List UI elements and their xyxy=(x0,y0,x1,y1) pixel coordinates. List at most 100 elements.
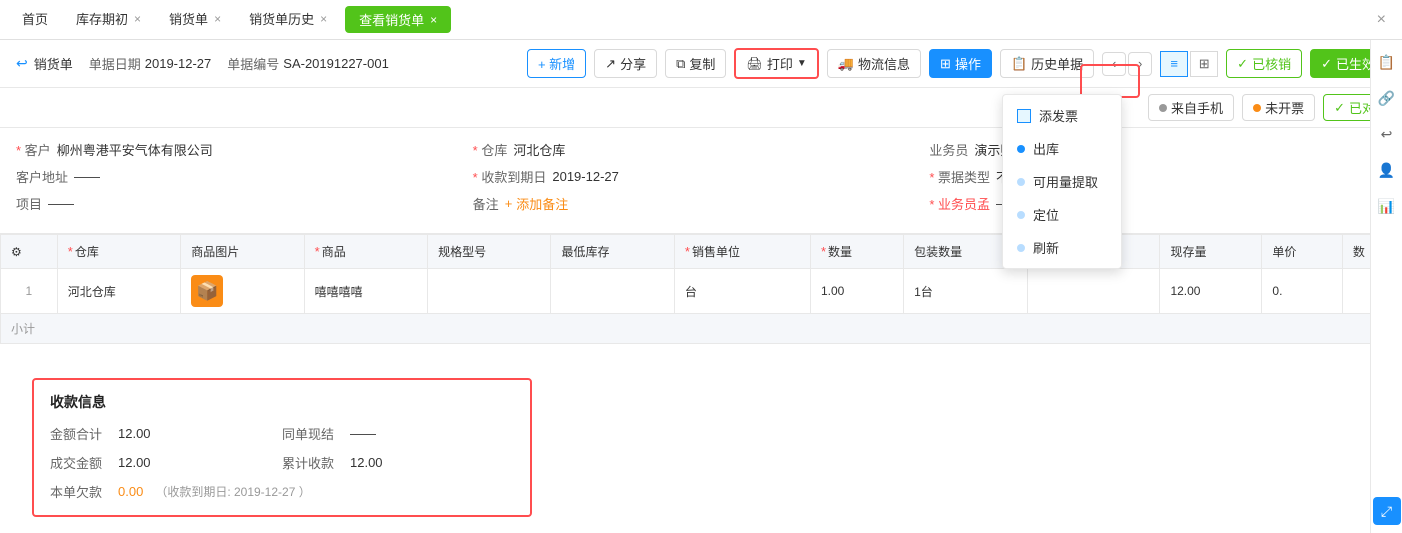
from-mobile-button[interactable]: 来自手机 xyxy=(1148,94,1234,121)
operate-button[interactable]: ⊞ 操作 xyxy=(929,49,992,78)
sold-cancel-button[interactable]: ✓ 已核销 xyxy=(1226,49,1302,78)
tab-view-sales[interactable]: 查看销货单 × xyxy=(345,6,451,33)
tab-home[interactable]: 首页 xyxy=(8,0,62,40)
prev-button[interactable]: ‹ xyxy=(1102,52,1126,76)
row-product-img: 📦 xyxy=(181,269,304,314)
address-value: —— xyxy=(74,169,100,184)
customer-value: 柳州粤港平安气体有限公司 xyxy=(57,140,213,159)
project-value: —— xyxy=(48,196,74,211)
main-content: ↩ 销货单 单据日期 2019-12-27 单据编号 SA-20191227-0… xyxy=(0,40,1402,533)
tab-close-view[interactable]: × xyxy=(430,13,437,27)
sidebar-user-icon[interactable]: 👤 xyxy=(1373,156,1401,184)
col-product-img: 商品图片 xyxy=(181,235,304,269)
logistics-icon: 🚚 xyxy=(838,56,854,72)
history-button[interactable]: 📋 历史单据 xyxy=(1000,49,1094,78)
sub-action-bar: 来自手机 未开票 ✓ 已对 xyxy=(0,88,1402,128)
tab-sales-order[interactable]: 销货单 × xyxy=(155,0,235,40)
note-field: 备注 + 添加备注 xyxy=(473,194,930,213)
menu-available-qty[interactable]: 可用量提取 xyxy=(1003,165,1121,198)
tab-sales-history[interactable]: 销货单历史 × xyxy=(235,0,341,40)
menu-refresh[interactable]: 刷新 xyxy=(1003,231,1121,264)
menu-add-invoice[interactable]: 添发票 xyxy=(1003,99,1121,132)
customer-label: 客户 xyxy=(16,140,51,159)
row-pack-qty: 1台 xyxy=(904,269,1027,314)
row-stock: 12.00 xyxy=(1160,269,1262,314)
effect-icon: ✓ xyxy=(1321,56,1332,72)
right-sidebar: 📋 🔗 ↩ 👤 📊 ⤢ xyxy=(1370,40,1402,533)
total-value: 12.00 xyxy=(118,426,151,441)
copy-button[interactable]: ⧉ 复制 xyxy=(665,49,726,78)
due-value: 0.00 xyxy=(118,484,143,499)
share-button[interactable]: ↗ 分享 xyxy=(594,49,657,78)
sidebar-clipboard-icon[interactable]: 📋 xyxy=(1373,48,1401,76)
menu-locate[interactable]: 定位 xyxy=(1003,198,1121,231)
payment-deal-row: 成交金额 12.00 xyxy=(50,451,282,474)
salesperson2-label: * 业务员孟 xyxy=(929,194,990,213)
table-row: 1 河北仓库 📦 嘻嘻嘻嘻 台 1.00 1台 12.00 0. xyxy=(1,269,1402,314)
deal-label: 成交金额 xyxy=(50,453,110,472)
new-button[interactable]: + 新增 xyxy=(527,49,586,78)
ticket-type-label: 票据类型 xyxy=(929,167,990,186)
row-sales-unit: 台 xyxy=(674,269,810,314)
payment-same-order-row: 同单现结 —— xyxy=(282,422,514,445)
project-field: 项目 —— xyxy=(16,194,473,213)
form-row-3: 项目 —— 备注 + 添加备注 * 业务员孟 —— xyxy=(16,194,1386,213)
dropdown-menu: 添发票 出库 可用量提取 定位 刷新 xyxy=(1002,94,1122,269)
total-label: 金额合计 xyxy=(50,424,110,443)
col-stock: 现存量 xyxy=(1160,235,1262,269)
form-row-1: 客户 柳州粤港平安气体有限公司 仓库 河北仓库 业务员 演示账号 xyxy=(16,140,1386,159)
next-button[interactable]: › xyxy=(1128,52,1152,76)
radio-dot-icon xyxy=(1017,145,1025,153)
list-view-button[interactable]: ≡ xyxy=(1160,51,1188,77)
cumulative-label: 累计收款 xyxy=(282,453,342,472)
document-header: ↩ 销货单 单据日期 2019-12-27 单据编号 SA-20191227-0… xyxy=(0,40,1402,88)
share-icon: ↗ xyxy=(605,56,616,72)
payment-due-row: 本单欠款 0.00 （收款到期日: 2019-12-27 ） xyxy=(50,480,514,503)
customer-field: 客户 柳州粤港平安气体有限公司 xyxy=(16,140,473,159)
payment-section: 收款信息 金额合计 12.00 同单现结 —— 成交金额 12.00 累计收款 … xyxy=(32,378,532,517)
row-unit-price: 0. xyxy=(1262,269,1343,314)
tab-close-history[interactable]: × xyxy=(320,12,327,26)
date-field: 单据日期 2019-12-27 xyxy=(89,54,212,73)
doc-type-label: 销货单 xyxy=(34,54,73,73)
payment-grid: 金额合计 12.00 同单现结 —— 成交金额 12.00 累计收款 12.00… xyxy=(50,422,514,503)
sidebar-chart-icon[interactable]: 📊 xyxy=(1373,192,1401,220)
note-label: 备注 xyxy=(473,194,499,213)
col-settings[interactable]: ⚙ xyxy=(1,235,58,269)
due-date-hint: （收款到期日: 2019-12-27 ） xyxy=(155,483,310,500)
ticket-type-field: 票据类型 不开票 xyxy=(929,167,1386,186)
radio-available-icon xyxy=(1017,178,1025,186)
sidebar-refresh-icon[interactable]: ↩ xyxy=(1373,120,1401,148)
checkbox-icon xyxy=(1017,109,1031,123)
menu-out-stock[interactable]: 出库 xyxy=(1003,132,1121,165)
tab-inventory-init[interactable]: 库存期初 × xyxy=(62,0,155,40)
product-table: ⚙ *仓库 商品图片 *商品 规格型号 最低库存 *销售单位 *数量 包装数量 … xyxy=(0,234,1402,344)
sidebar-link-icon[interactable]: 🔗 xyxy=(1373,84,1401,112)
col-spec: 规格型号 xyxy=(428,235,551,269)
grid-view-button[interactable]: ⊞ xyxy=(1190,51,1218,77)
doc-meta: 单据日期 2019-12-27 单据编号 SA-20191227-001 xyxy=(89,54,389,73)
deal-value: 12.00 xyxy=(118,455,151,470)
sidebar-expand-icon[interactable]: ⤢ xyxy=(1373,497,1401,525)
due-label: 本单欠款 xyxy=(50,482,110,501)
cumulative-value: 12.00 xyxy=(350,455,383,470)
row-product: 嘻嘻嘻嘻 xyxy=(304,269,427,314)
tab-close-sales[interactable]: × xyxy=(214,12,221,26)
main-close-icon[interactable]: × xyxy=(1377,11,1386,29)
logistics-button[interactable]: 🚚 物流信息 xyxy=(827,49,921,78)
row-warehouse: 河北仓库 xyxy=(57,269,180,314)
ticket-dot-icon xyxy=(1253,104,1261,112)
not-open-button[interactable]: 未开票 xyxy=(1242,94,1315,121)
print-button[interactable]: 🖨 打印 ▼ xyxy=(734,48,818,79)
dropdown-arrow-icon: ▼ xyxy=(797,58,807,69)
add-note-button[interactable]: + 添加备注 xyxy=(505,194,569,213)
tab-close-inventory[interactable]: × xyxy=(134,12,141,26)
doc-actions: + 新增 ↗ 分享 ⧉ 复制 🖨 打印 ▼ 🚚 物流信息 ⊞ 操作 xyxy=(527,48,1386,79)
payment-total-row: 金额合计 12.00 xyxy=(50,422,282,445)
view-buttons: ≡ ⊞ xyxy=(1160,51,1218,77)
col-product: *商品 xyxy=(304,235,427,269)
product-img-icon: 📦 xyxy=(196,281,218,302)
salesperson-field: 业务员 演示账号 xyxy=(929,140,1386,159)
bottom-area: 收款信息 金额合计 12.00 同单现结 —— 成交金额 12.00 累计收款 … xyxy=(0,370,1402,533)
payment-cumulative-row: 累计收款 12.00 xyxy=(282,451,514,474)
